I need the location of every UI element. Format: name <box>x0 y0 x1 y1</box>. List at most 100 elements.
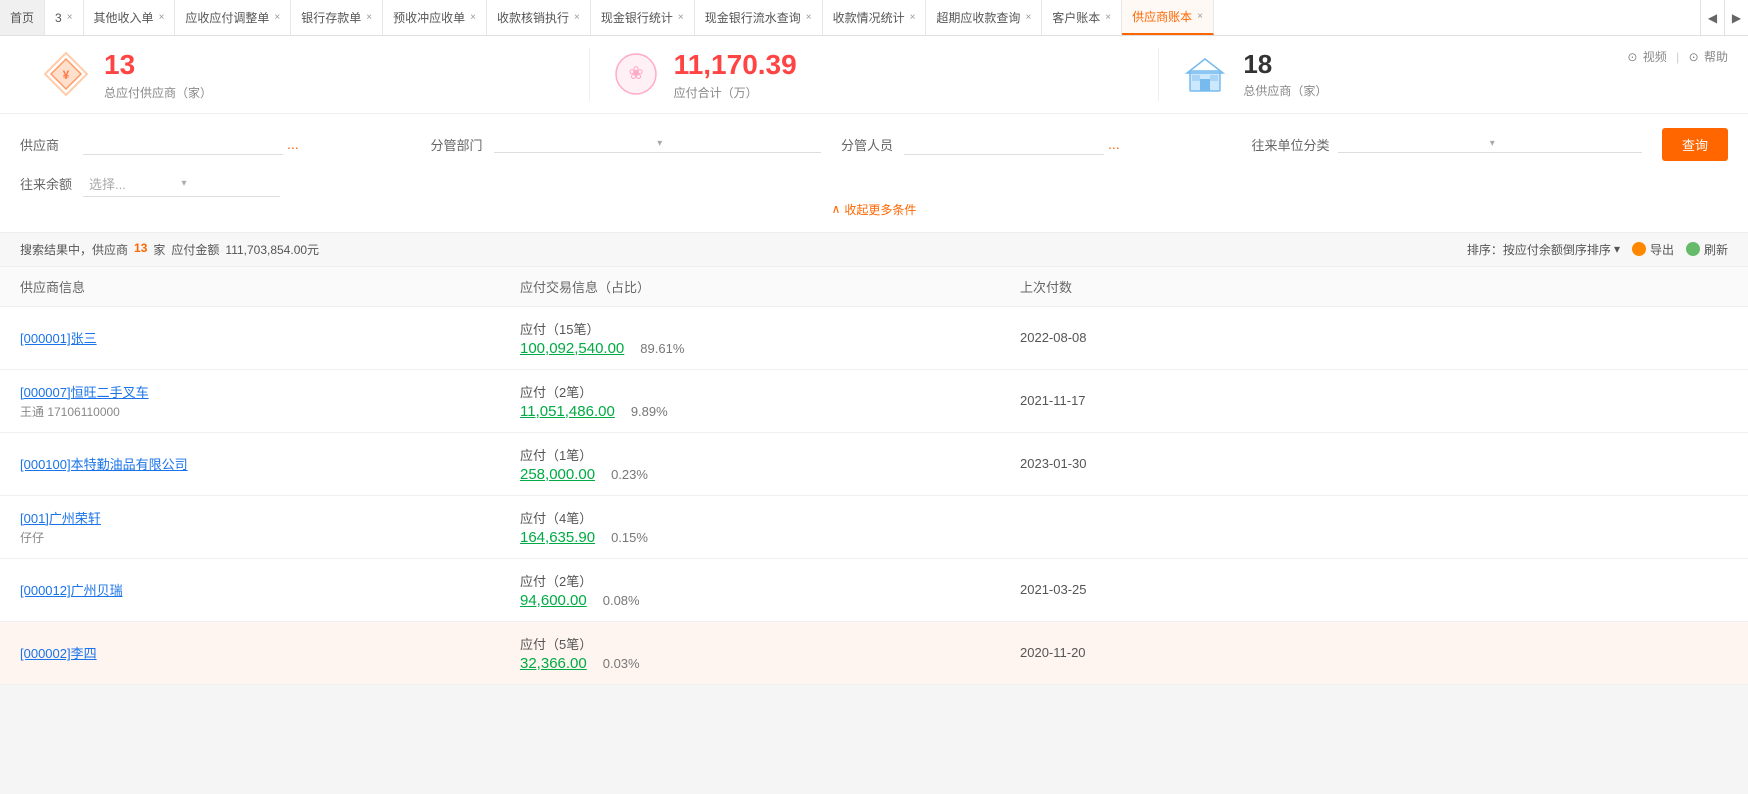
supplier-link[interactable]: [001]广州荣轩 <box>20 511 101 526</box>
nav-tab-cash-bank-flow[interactable]: 现金银行流水查询× <box>695 0 823 35</box>
collapse-button[interactable]: ∧ 收起更多条件 <box>832 201 917 218</box>
dept-select[interactable]: ▾ <box>494 135 822 153</box>
diamond-icon: ¥ <box>40 48 92 100</box>
supplier-link[interactable]: [000012]广州贝瑞 <box>20 583 123 598</box>
filter-dept[interactable]: 分管部门 ▾ <box>431 135 822 154</box>
nav-tab-vendor-ledger[interactable]: 供应商账本× <box>1122 0 1214 35</box>
transaction-cell: 应付（1笔）258,000.000.23% <box>520 445 1020 483</box>
shop-icon <box>1179 48 1231 100</box>
close-tab-icon[interactable]: × <box>274 12 280 23</box>
tx-amount[interactable]: 32,366.00 <box>520 655 587 672</box>
close-tab-icon[interactable]: × <box>910 12 916 23</box>
tx-percent: 0.03% <box>603 656 640 671</box>
filter-person: 分管人员 ... <box>841 133 1232 155</box>
stat-ap-total: ❀ 11,170.39 应付合计（万） <box>590 48 1160 101</box>
tx-amount[interactable]: 100,092,540.00 <box>520 340 624 357</box>
nav-tab-label: 超期应收款查询 <box>936 9 1020 26</box>
collapse-label: 收起更多条件 <box>844 201 916 218</box>
transaction-cell: 应付（15笔）100,092,540.0089.61% <box>520 319 1020 357</box>
supplier-dots[interactable]: ... <box>287 136 299 152</box>
supplier-cell: [000100]本特勤油品有限公司 <box>20 454 520 473</box>
nav-tab-tab3[interactable]: 3× <box>45 0 84 35</box>
category-label: 往来单位分类 <box>1252 135 1330 154</box>
nav-tab-label: 其他收入单 <box>94 9 154 26</box>
video-link[interactable]: 视频 <box>1643 50 1667 64</box>
link-separator: | <box>1676 50 1679 64</box>
category-chevron-icon: ▾ <box>1490 138 1636 149</box>
supplier-link[interactable]: [000100]本特勤油品有限公司 <box>20 457 188 472</box>
supplier-cell: [001]广州荣轩仔仔 <box>20 508 520 546</box>
nav-tab-collection-stat[interactable]: 收款情况统计 × <box>823 0 927 35</box>
nav-tab-bank-deposit[interactable]: 银行存款单× <box>291 0 383 35</box>
person-label: 分管人员 <box>841 135 896 154</box>
query-button[interactable]: 查询 <box>1662 128 1728 161</box>
tx-amount[interactable]: 94,600.00 <box>520 592 587 609</box>
balance-chevron-icon: ▾ <box>182 178 275 189</box>
nav-tab-other-income[interactable]: 其他收入单 × <box>84 0 176 35</box>
last-pay-cell: 2021-11-17 <box>1020 393 1728 408</box>
refresh-button[interactable]: 刷新 <box>1686 241 1728 258</box>
last-pay-cell: 2023-01-30 <box>1020 456 1728 471</box>
close-tab-icon[interactable]: × <box>470 12 476 23</box>
nav-arrow-right[interactable]: ▶ <box>1724 0 1748 36</box>
close-tab-icon[interactable]: × <box>1105 12 1111 23</box>
supplier-sub-info: 王通 17106110000 <box>20 403 520 420</box>
nav-tab-prepay-ar[interactable]: 预收冲应收单× <box>383 0 487 35</box>
balance-select[interactable]: 选择... ▾ <box>83 171 280 197</box>
result-vendor-unit: 家 <box>153 241 165 258</box>
stat-ap-total-label: 应付合计（万） <box>674 84 797 101</box>
nav-tab-home[interactable]: 首页 <box>0 0 45 35</box>
close-tab-icon[interactable]: × <box>67 12 73 23</box>
nav-tab-customer-ledger[interactable]: 客户账本× <box>1042 0 1122 35</box>
close-tab-icon[interactable]: × <box>678 12 684 23</box>
nav-arrow-left[interactable]: ◀ <box>1700 0 1724 36</box>
table-row: [000007]恒旺二手叉车王通 17106110000应付（2笔）11,051… <box>0 370 1748 433</box>
nav-tab-cash-bank-stat[interactable]: 现金银行统计× <box>591 0 695 35</box>
nav-tab-label: 收款情况统计 <box>833 9 905 26</box>
top-right-links: ⊙ 视频 | ⊙ 帮助 <box>1627 48 1728 65</box>
close-tab-icon[interactable]: × <box>159 12 165 23</box>
help-link[interactable]: 帮助 <box>1704 50 1728 64</box>
supplier-cell: [000012]广州贝瑞 <box>20 580 520 599</box>
stat-ap-total-number: 11,170.39 <box>674 48 797 82</box>
supplier-link[interactable]: [000001]张三 <box>20 331 97 346</box>
export-icon <box>1632 242 1646 256</box>
collapse-chevron-icon: ∧ <box>832 202 841 216</box>
last-pay-cell: 2021-03-25 <box>1020 582 1728 597</box>
supplier-input[interactable] <box>83 133 283 155</box>
transaction-cell: 应付（4笔）164,635.900.15% <box>520 508 1020 546</box>
close-tab-icon[interactable]: × <box>1197 11 1203 22</box>
sort-button[interactable]: 排序：按应付余额倒序排序 ▾ <box>1467 241 1620 258</box>
close-tab-icon[interactable]: × <box>1025 12 1031 23</box>
nav-tab-ar-ap-adjust[interactable]: 应收应付调整单× <box>175 0 291 35</box>
result-bar-right: 排序：按应付余额倒序排序 ▾ 导出 刷新 <box>1467 241 1728 258</box>
export-button[interactable]: 导出 <box>1632 241 1674 258</box>
table-row: [001]广州荣轩仔仔应付（4笔）164,635.900.15% <box>0 496 1748 559</box>
category-select[interactable]: ▾ <box>1338 135 1642 153</box>
tx-label: 应付（15笔） <box>520 319 1020 338</box>
nav-tab-overdue-ar[interactable]: 超期应收款查询 × <box>926 0 1042 35</box>
supplier-link[interactable]: [000007]恒旺二手叉车 <box>20 385 149 400</box>
tx-label: 应付（4笔） <box>520 508 1020 527</box>
stat-vendors-payable-label: 总应付供应商（家） <box>104 84 212 101</box>
tx-percent: 9.89% <box>631 404 668 419</box>
filter-balance[interactable]: 往来余额 选择... ▾ <box>20 171 280 197</box>
supplier-link[interactable]: [000002]李四 <box>20 646 97 661</box>
nav-tab-collection-exec[interactable]: 收款核销执行× <box>487 0 591 35</box>
last-pay-cell: 2020-11-20 <box>1020 645 1728 660</box>
close-tab-icon[interactable]: × <box>366 12 372 23</box>
sort-chevron-icon: ▾ <box>1614 242 1620 256</box>
tx-label: 应付（1笔） <box>520 445 1020 464</box>
tx-label: 应付（2笔） <box>520 571 1020 590</box>
tx-amount[interactable]: 164,635.90 <box>520 529 595 546</box>
person-dots[interactable]: ... <box>1108 136 1120 152</box>
close-tab-icon[interactable]: × <box>806 12 812 23</box>
wheat-icon: ❀ <box>610 48 662 100</box>
filter-category[interactable]: 往来单位分类 ▾ <box>1252 135 1643 154</box>
person-input[interactable] <box>904 133 1104 155</box>
close-tab-icon[interactable]: × <box>574 12 580 23</box>
transaction-cell: 应付（5笔）32,366.000.03% <box>520 634 1020 672</box>
tx-amount[interactable]: 11,051,486.00 <box>520 403 615 420</box>
nav-tab-label: 首页 <box>10 9 34 26</box>
tx-amount[interactable]: 258,000.00 <box>520 466 595 483</box>
